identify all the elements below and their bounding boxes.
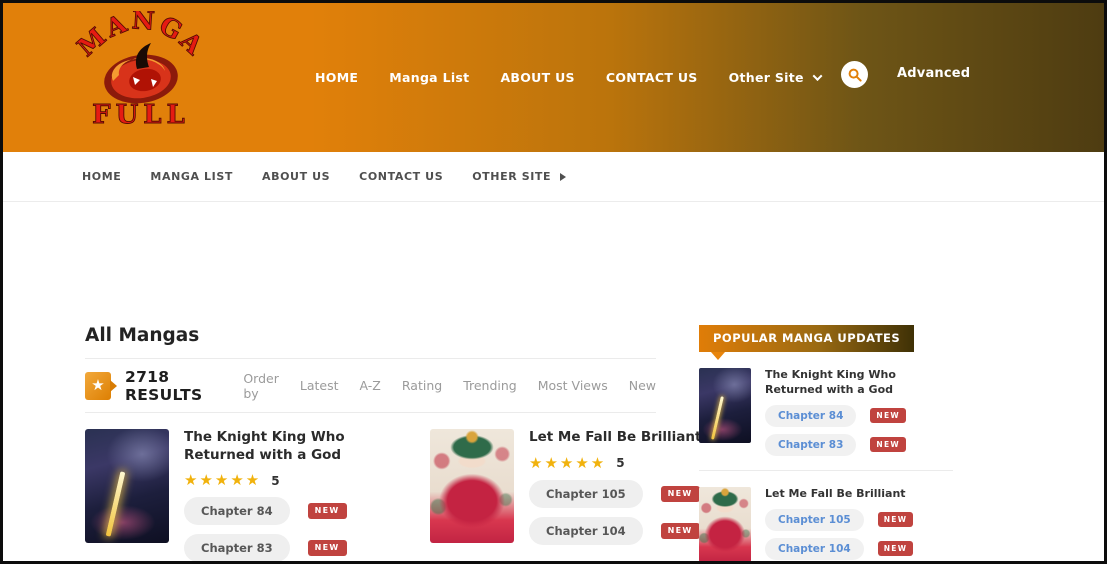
sidebar-manga-item: Let Me Fall Be Brilliant Chapter 105 NEW… — [699, 471, 953, 561]
manga-title[interactable]: The Knight King Who Returned with a God — [184, 429, 394, 464]
star-rating-icon: ★★★★★ — [529, 453, 607, 472]
logo-text-line2: FULL — [92, 100, 190, 130]
search-button[interactable] — [841, 61, 868, 88]
nav-item-other-site[interactable]: Other Site — [728, 70, 823, 85]
subnav-item-contact-us[interactable]: CONTACT US — [359, 170, 443, 183]
star-rating-icon: ★★★★★ — [184, 471, 262, 490]
subnav-item-other-site-label: OTHER SITE — [472, 170, 552, 183]
rating-row: ★★★★★ 5 — [184, 473, 394, 488]
nav-item-about-us[interactable]: ABOUT US — [500, 70, 574, 85]
sidebar-heading: POPULAR MANGA UPDATES — [699, 325, 915, 360]
sidebar-item-info: Let Me Fall Be Brilliant Chapter 105 NEW… — [765, 487, 953, 561]
star-glyph: ★ — [91, 376, 105, 394]
chapter-row: Chapter 104 NEW — [765, 537, 953, 560]
sidebar-manga-item: The Knight King Who Returned with a God … — [699, 352, 953, 471]
nav-item-contact-us[interactable]: CONTACT US — [606, 70, 698, 85]
new-badge: NEW — [307, 503, 347, 520]
sort-option-new[interactable]: New — [629, 378, 656, 393]
chapter-link[interactable]: Chapter 104 — [765, 537, 864, 560]
nav-item-manga-list[interactable]: Manga List — [389, 70, 469, 85]
new-badge: NEW — [307, 540, 347, 557]
sort-options: Order by Latest A-Z Rating Trending Most… — [243, 371, 656, 401]
new-badge: NEW — [877, 541, 914, 556]
chapter-row: Chapter 83 NEW — [765, 433, 953, 456]
sort-label: Order by — [243, 370, 279, 401]
manga-site-page: MANGA FULL HOME Manga List ABOUT US CONT… — [0, 0, 1107, 564]
chevron-down-icon — [812, 71, 823, 82]
results-count: 2718 RESULTS — [125, 367, 203, 404]
chapter-link[interactable]: Chapter 104 — [529, 516, 643, 545]
advanced-search-link[interactable]: Advanced — [897, 66, 970, 81]
chapter-link[interactable]: Chapter 84 — [765, 404, 857, 427]
logo-fox-swirl-icon — [104, 43, 178, 104]
popular-updates-sidebar: POPULAR MANGA UPDATES The Knight King Wh… — [699, 325, 953, 561]
chapter-link[interactable]: Chapter 83 — [765, 433, 857, 456]
sidebar-manga-title[interactable]: Let Me Fall Be Brilliant — [765, 487, 953, 502]
search-icon — [848, 68, 862, 82]
sidebar-thumb-knight-king[interactable] — [699, 368, 751, 443]
manga-card: The Knight King Who Returned with a God … — [85, 429, 394, 561]
manga-cover-let-me-fall[interactable] — [430, 429, 514, 543]
triangle-right-icon — [560, 172, 567, 181]
results-summary: ★ 2718 RESULTS — [85, 368, 243, 404]
sort-option-most-views[interactable]: Most Views — [538, 378, 608, 393]
rating-value: 5 — [271, 473, 280, 488]
results-toolbar: ★ 2718 RESULTS Order by Latest A-Z Ratin… — [85, 359, 656, 412]
manga-list-section: All Mangas ★ 2718 RESULTS Order by Lates… — [85, 325, 701, 561]
chapter-link[interactable]: Chapter 84 — [184, 497, 290, 526]
sort-option-rating[interactable]: Rating — [402, 378, 442, 393]
sort-option-trending[interactable]: Trending — [463, 378, 517, 393]
new-badge: NEW — [870, 408, 906, 423]
manga-card-info: The Knight King Who Returned with a God … — [184, 429, 394, 561]
new-badge: NEW — [660, 485, 700, 502]
chapter-row: Chapter 84 NEW — [184, 497, 394, 526]
chapter-row: Chapter 83 NEW — [184, 534, 394, 561]
nav-item-home[interactable]: HOME — [315, 70, 358, 85]
sidebar-manga-title[interactable]: The Knight King Who Returned with a God — [765, 368, 953, 398]
rating-value: 5 — [616, 456, 625, 471]
chapter-row: Chapter 105 NEW — [765, 508, 953, 531]
sidebar-thumb-let-me-fall[interactable] — [699, 486, 751, 561]
sort-option-latest[interactable]: Latest — [300, 378, 339, 393]
manga-cards-row: The Knight King Who Returned with a God … — [85, 413, 701, 561]
primary-nav: HOME Manga List ABOUT US CONTACT US Othe… — [315, 3, 823, 152]
subnav-item-other-site[interactable]: OTHER SITE — [472, 170, 567, 183]
chapter-link[interactable]: Chapter 105 — [529, 479, 643, 508]
site-logo[interactable]: MANGA FULL — [75, 11, 207, 131]
manga-card: Let Me Fall Be Brilliant ★★★★★ 5 Chapter… — [430, 429, 739, 561]
chapter-link[interactable]: Chapter 83 — [184, 534, 290, 561]
subnav-item-manga-list[interactable]: MANGA LIST — [150, 170, 233, 183]
nav-item-other-site-label: Other Site — [728, 70, 804, 85]
sort-option-az[interactable]: A-Z — [360, 378, 381, 393]
new-badge: NEW — [870, 437, 906, 452]
results-star-icon: ★ — [85, 371, 111, 400]
manga-cover-knight-king[interactable] — [85, 429, 169, 543]
new-badge: NEW — [877, 512, 914, 527]
subnav-item-home[interactable]: HOME — [82, 170, 121, 183]
subnav-item-about-us[interactable]: ABOUT US — [262, 170, 330, 183]
page-title: All Mangas — [85, 325, 200, 346]
chapter-link[interactable]: Chapter 105 — [765, 508, 864, 531]
secondary-nav: HOME MANGA LIST ABOUT US CONTACT US OTHE… — [3, 152, 1104, 202]
new-badge: NEW — [660, 522, 700, 539]
sidebar-item-info: The Knight King Who Returned with a God … — [765, 368, 953, 456]
site-header: MANGA FULL HOME Manga List ABOUT US CONT… — [3, 3, 1104, 152]
chapter-row: Chapter 84 NEW — [765, 404, 953, 427]
